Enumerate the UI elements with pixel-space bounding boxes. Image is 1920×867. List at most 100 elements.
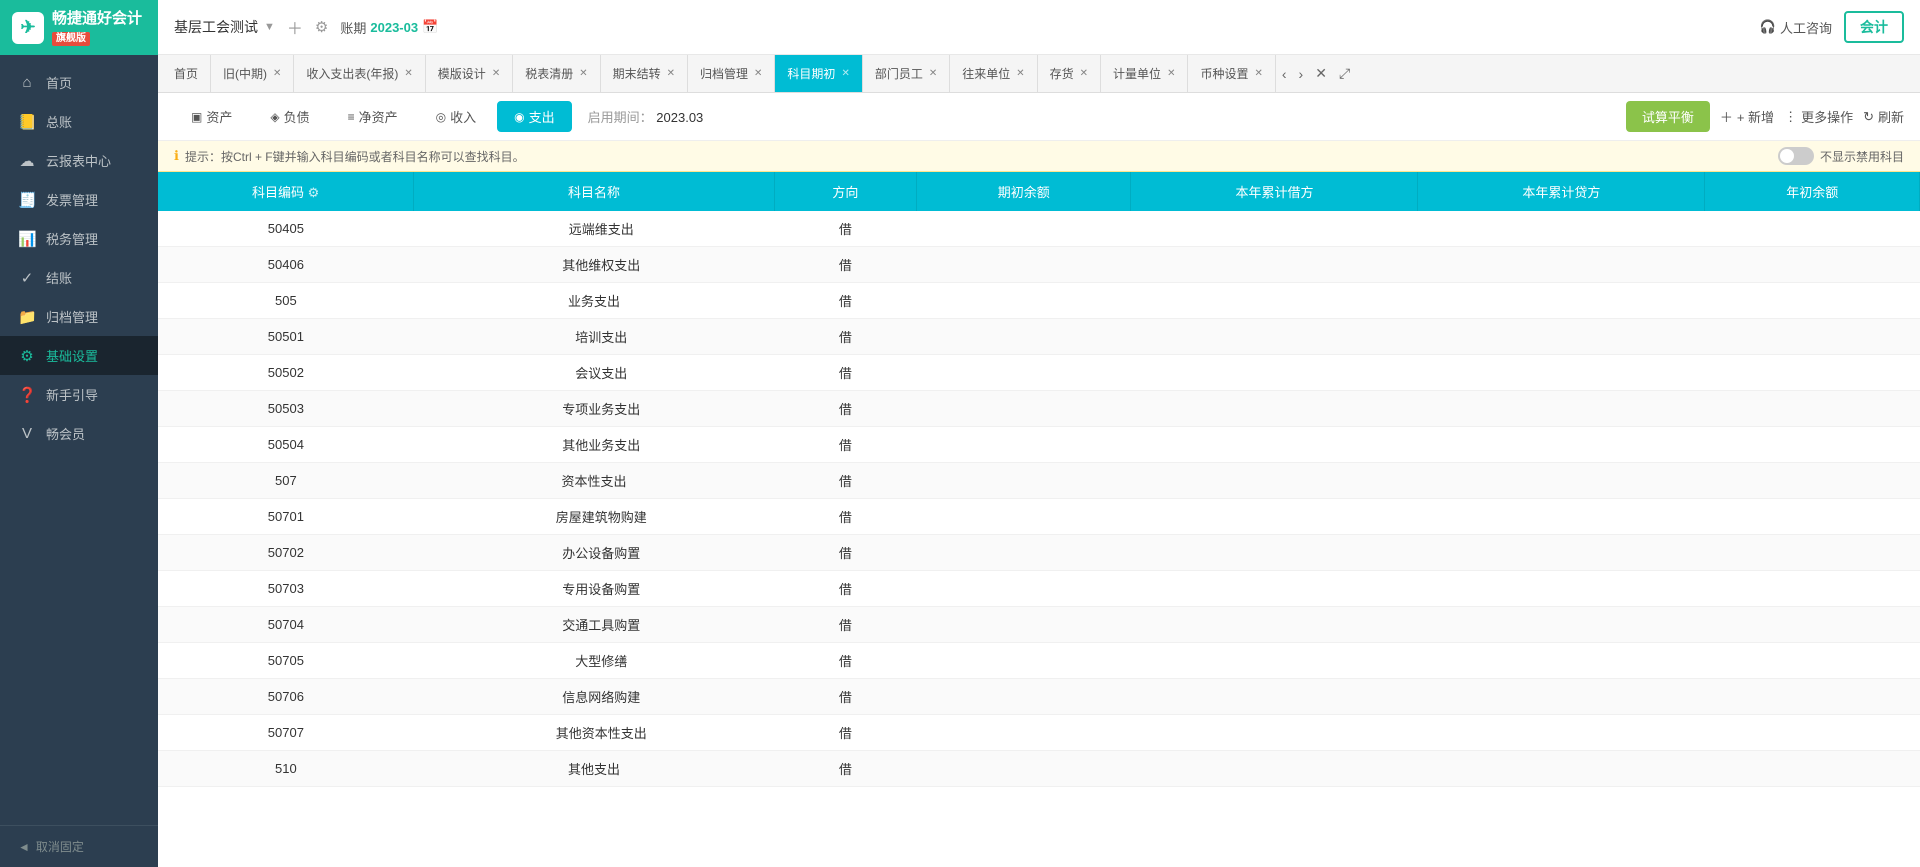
table-row[interactable]: 510 其他支出 借 xyxy=(158,751,1920,787)
sidebar-item-archive[interactable]: 📁归档管理 xyxy=(0,297,158,336)
row-year-balance xyxy=(1705,751,1920,787)
row-year-balance xyxy=(1705,391,1920,427)
table-container[interactable]: 科目编码 ⚙ 科目名称 方向 期初余额 本年累计借方 本年累计贷方 年初余额 5… xyxy=(158,172,1920,867)
tab-currency-close[interactable]: ✕ xyxy=(1254,68,1262,79)
tab-income-close[interactable]: ✕ xyxy=(404,68,412,79)
sub-tab-asset[interactable]: ▣资产 xyxy=(174,101,249,132)
table-row[interactable]: 50501 培训支出 借 xyxy=(158,319,1920,355)
row-name: 资本性支出 xyxy=(414,463,775,499)
sub-tab-liability[interactable]: ◈负债 xyxy=(253,101,326,132)
tab-period-close[interactable]: ✕ xyxy=(667,68,675,79)
sub-tab-liability-icon: ◈ xyxy=(270,110,279,124)
tab-bs[interactable]: 旧(中期)✕ xyxy=(211,55,294,92)
table-row[interactable]: 50503 专项业务支出 借 xyxy=(158,391,1920,427)
table-row[interactable]: 507 资本性支出 借 xyxy=(158,463,1920,499)
row-code: 50704 xyxy=(158,607,414,643)
table-row[interactable]: 505 业务支出 借 xyxy=(158,283,1920,319)
sub-tab-income2[interactable]: ◎收入 xyxy=(419,101,494,132)
table-row[interactable]: 50701 房屋建筑物购建 借 xyxy=(158,499,1920,535)
add-icon: ＋ xyxy=(1720,107,1733,126)
row-code: 50504 xyxy=(158,427,414,463)
refresh-icon: ↻ xyxy=(1863,109,1874,125)
topbar-settings-icon[interactable]: ⚙ xyxy=(315,18,328,36)
row-name: 会议支出 xyxy=(414,355,775,391)
sub-tab-expense[interactable]: ◉支出 xyxy=(497,101,572,132)
sidebar-item-close[interactable]: ✓结账 xyxy=(0,258,158,297)
row-year-balance xyxy=(1705,643,1920,679)
row-name: 办公设备购置 xyxy=(414,535,775,571)
tab-units-close[interactable]: ✕ xyxy=(1167,68,1175,79)
row-direction: 借 xyxy=(774,715,916,751)
row-direction: 借 xyxy=(774,535,916,571)
table-row[interactable]: 50702 办公设备购置 借 xyxy=(158,535,1920,571)
refresh-button[interactable]: ↻ 刷新 xyxy=(1863,107,1904,126)
tab-subjects-close[interactable]: ✕ xyxy=(841,68,849,79)
tab-contacts-close[interactable]: ✕ xyxy=(1016,68,1024,79)
calc-button[interactable]: 试算平衡 xyxy=(1626,101,1710,132)
tab-taxform-close[interactable]: ✕ xyxy=(579,68,587,79)
tab-contacts[interactable]: 往来单位 ✕ xyxy=(950,55,1037,92)
table-row[interactable]: 50502 会议支出 借 xyxy=(158,355,1920,391)
tab-taxform[interactable]: 税表清册✕ xyxy=(513,55,600,92)
help-button[interactable]: 🎧 人工咨询 xyxy=(1760,18,1832,37)
member-icon: V xyxy=(18,425,36,442)
tab-dept[interactable]: 部门员工✕ xyxy=(863,55,950,92)
topbar-project[interactable]: 基层工会测试 ▼ xyxy=(174,17,275,37)
row-debit-ytd xyxy=(1131,571,1418,607)
add-button[interactable]: ＋ + 新增 xyxy=(1720,107,1774,126)
tab-units[interactable]: 计量单位✕ xyxy=(1101,55,1188,92)
tab-prev-icon[interactable]: ‹ xyxy=(1276,62,1293,86)
tab-home[interactable]: 首页 xyxy=(162,55,211,92)
sidebar-item-invoice[interactable]: 🧾发票管理 xyxy=(0,180,158,219)
more-label: 更多操作 xyxy=(1801,107,1853,126)
tab-dept-close[interactable]: ✕ xyxy=(929,68,937,79)
table-row[interactable]: 50405 远端维支出 借 xyxy=(158,211,1920,247)
table-row[interactable]: 50704 交通工具购置 借 xyxy=(158,607,1920,643)
tab-inventory-close[interactable]: ✕ xyxy=(1080,68,1088,79)
toggle-disabled-subjects[interactable] xyxy=(1778,147,1814,165)
row-code: 50707 xyxy=(158,715,414,751)
tab-period[interactable]: 期末结转✕ xyxy=(601,55,688,92)
table-row[interactable]: 50703 专用设备购置 借 xyxy=(158,571,1920,607)
table-row[interactable]: 50406 其他维权支出 借 xyxy=(158,247,1920,283)
sidebar-item-home[interactable]: ⌂首页 xyxy=(0,63,158,102)
tab-bs-close[interactable]: ✕ xyxy=(273,68,281,79)
sidebar-item-ledger[interactable]: 📒总账 xyxy=(0,102,158,141)
tab-inventory[interactable]: 存货✕ xyxy=(1038,55,1101,92)
calendar-icon[interactable]: 📅 xyxy=(422,19,438,35)
sidebar-item-settings[interactable]: ⚙基础设置 xyxy=(0,336,158,375)
sidebar-item-guide[interactable]: ❓新手引导 xyxy=(0,375,158,414)
tab-archive[interactable]: 归档管理✕ xyxy=(688,55,775,92)
period-value: 2023-03 xyxy=(370,20,418,35)
table-row[interactable]: 50705 大型修缮 借 xyxy=(158,643,1920,679)
tab-currency[interactable]: 币种设置✕ xyxy=(1188,55,1275,92)
notice-bar: ℹ 提示：按Ctrl + F键并输入科目编码或者科目名称可以查找科目。 不显示禁… xyxy=(158,141,1920,172)
sub-tab-income2-icon: ◎ xyxy=(436,110,446,124)
table-row[interactable]: 50706 信息网络购建 借 xyxy=(158,679,1920,715)
row-credit-ytd xyxy=(1418,427,1705,463)
close-label: 结账 xyxy=(46,268,72,287)
sub-tab-expense-icon: ◉ xyxy=(514,110,524,124)
sidebar-item-reports[interactable]: ☁云报表中心 xyxy=(0,141,158,180)
sidebar-footer[interactable]: ◄ 取消固定 xyxy=(0,825,158,867)
tab-subjects[interactable]: 科目期初✕ xyxy=(775,55,862,92)
tab-contacts-label: 往来单位 xyxy=(962,65,1010,82)
row-year-balance xyxy=(1705,607,1920,643)
sidebar-item-member[interactable]: V畅会员 xyxy=(0,414,158,453)
tab-income[interactable]: 收入支出表(年报)✕ xyxy=(294,55,425,92)
topbar-add-icon[interactable]: ＋ xyxy=(287,15,303,39)
tab-close-all-icon[interactable]: ✕ xyxy=(1309,61,1333,86)
table-row[interactable]: 50504 其他业务支出 借 xyxy=(158,427,1920,463)
tab-archive-close[interactable]: ✕ xyxy=(754,68,762,79)
column-settings-icon[interactable]: ⚙ xyxy=(308,185,320,200)
tab-template-close[interactable]: ✕ xyxy=(492,68,500,79)
tab-expand-icon[interactable]: ⤢ xyxy=(1333,61,1356,86)
tab-template[interactable]: 模版设计✕ xyxy=(426,55,513,92)
table-row[interactable]: 50707 其他资本性支出 借 xyxy=(158,715,1920,751)
ledger-label: 总账 xyxy=(46,112,72,131)
user-button[interactable]: 会计 xyxy=(1844,11,1904,43)
more-button[interactable]: ⋮ 更多操作 xyxy=(1784,107,1853,126)
tab-next-icon[interactable]: › xyxy=(1293,62,1310,86)
sidebar-item-tax[interactable]: 📊税务管理 xyxy=(0,219,158,258)
sub-tab-equity[interactable]: ≡净资产 xyxy=(331,101,415,132)
